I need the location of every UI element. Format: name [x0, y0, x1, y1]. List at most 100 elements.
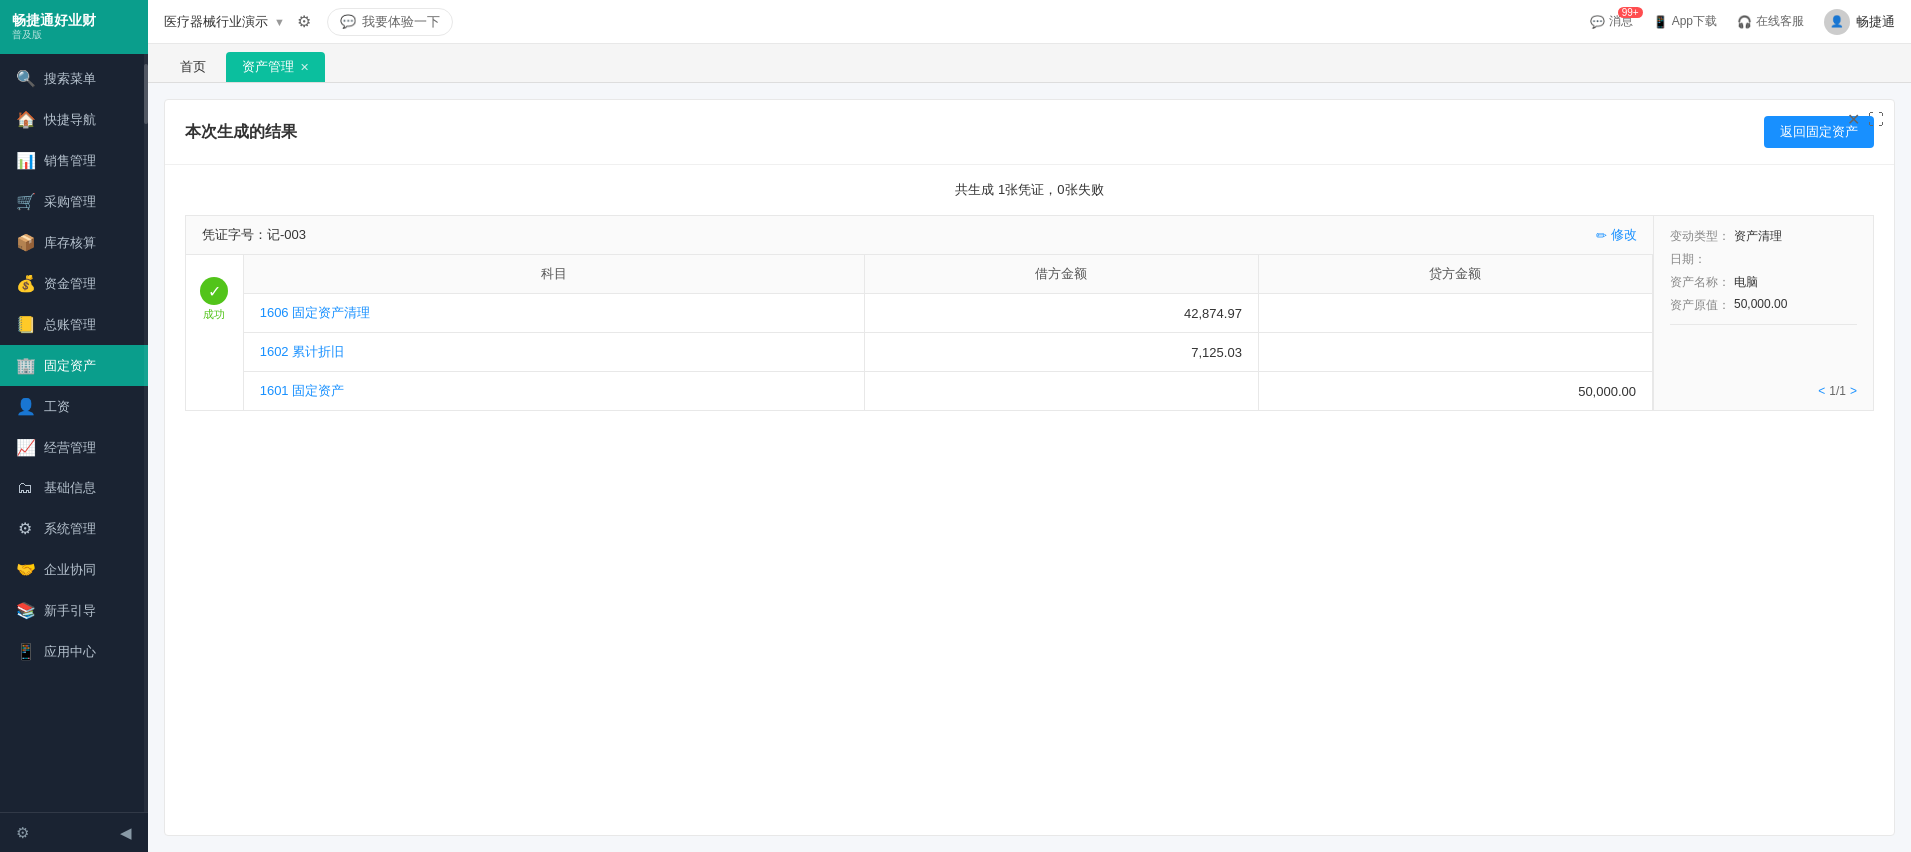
sidebar-item-inventory[interactable]: 📦 库存核算 [0, 222, 148, 263]
success-check-icon: ✓ [200, 277, 228, 305]
success-indicator: ✓ 成功 [186, 255, 244, 410]
company-name: 医疗器械行业演示 [164, 13, 268, 31]
asset-name-row: 资产名称： 电脑 [1670, 274, 1857, 291]
payroll-icon: 👤 [16, 397, 34, 416]
settings-icon[interactable]: ⚙ [16, 824, 29, 842]
collab-icon: 🤝 [16, 560, 34, 579]
settings-gear-icon[interactable]: ⚙ [297, 12, 311, 31]
sidebar-item-label: 采购管理 [44, 193, 96, 211]
fixed-assets-icon: 🏢 [16, 356, 34, 375]
sidebar-item-collab[interactable]: 🤝 企业协同 [0, 549, 148, 590]
side-info-panel: 变动类型： 资产清理 日期： 资产名称： 电脑 资产原值： 50,000.00 [1653, 216, 1873, 410]
sidebar-item-label: 总账管理 [44, 316, 96, 334]
guide-icon: 📚 [16, 601, 34, 620]
page-panel: ✕ ⛶ 本次生成的结果 返回固定资产 共生成 1张凭证，0张失败 凭证字号：记-… [164, 99, 1895, 836]
voucher-header: 凭证字号：记-003 ✏ 修改 [186, 216, 1653, 255]
feedback-button[interactable]: 💬 我要体验一下 [327, 8, 453, 36]
debit-cell: 42,874.97 [864, 294, 1258, 333]
success-text: 成功 [203, 307, 225, 322]
sidebar-item-label: 销售管理 [44, 152, 96, 170]
app-download-button[interactable]: 📱 App下载 [1653, 13, 1717, 30]
tab-home[interactable]: 首页 [164, 52, 222, 82]
change-type-row: 变动类型： 资产清理 [1670, 228, 1857, 245]
asset-name-label: 资产名称： [1670, 274, 1730, 291]
service-label: 在线客服 [1756, 13, 1804, 30]
sidebar-item-label: 经营管理 [44, 439, 96, 457]
success-badge: ✓ 成功 [188, 265, 240, 334]
tab-close-icon[interactable]: ✕ [300, 61, 309, 74]
search-icon: 🔍 [16, 69, 34, 88]
online-service-button[interactable]: 🎧 在线客服 [1737, 13, 1804, 30]
edit-button[interactable]: ✏ 修改 [1596, 226, 1637, 244]
asset-value-value: 50,000.00 [1734, 297, 1787, 311]
tabbar: 首页 资产管理 ✕ [148, 44, 1911, 83]
side-info-pagination: < 1/1 > [1670, 384, 1857, 398]
sidebar-item-app-center[interactable]: 📱 应用中心 [0, 631, 148, 672]
table-row: 1601 固定资产 50,000.00 [244, 372, 1653, 411]
side-info-divider [1670, 324, 1857, 325]
sidebar-item-search[interactable]: 🔍 搜索菜单 [0, 58, 148, 99]
app-download-icon: 📱 [1653, 15, 1668, 29]
sidebar-menu: 🔍 搜索菜单 🏠 快捷导航 📊 销售管理 🛒 采购管理 📦 库存核算 💰 资金管… [0, 54, 148, 812]
tab-asset-mgmt[interactable]: 资产管理 ✕ [226, 52, 325, 82]
table-row: 1606 固定资产清理 42,874.97 [244, 294, 1653, 333]
credit-cell [1258, 333, 1652, 372]
message-icon: 💬 [1590, 15, 1605, 29]
message-button[interactable]: 💬 消息 99+ [1590, 13, 1633, 30]
sidebar-item-label: 新手引导 [44, 602, 96, 620]
subject-cell: 1606 固定资产清理 [244, 294, 865, 333]
company-selector[interactable]: 医疗器械行业演示 ▼ [164, 13, 285, 31]
panel-controls: ✕ ⛶ [1847, 110, 1884, 129]
ledger-icon: 📒 [16, 315, 34, 334]
topbar: 医疗器械行业演示 ▼ ⚙ 💬 我要体验一下 💬 消息 99+ 📱 App下载 🎧… [148, 0, 1911, 44]
finance-icon: 💰 [16, 274, 34, 293]
asset-value-row: 资产原值： 50,000.00 [1670, 297, 1857, 314]
table-row: 1602 累计折旧 7,125.03 [244, 333, 1653, 372]
col-debit: 借方金额 [864, 255, 1258, 294]
next-page-icon[interactable]: > [1850, 384, 1857, 398]
sidebar-item-basic-info[interactable]: 🗂 基础信息 [0, 468, 148, 508]
tab-asset-label: 资产管理 [242, 58, 294, 76]
col-subject: 科目 [244, 255, 865, 294]
sidebar-item-finance[interactable]: 💰 资金管理 [0, 263, 148, 304]
system-icon: ⚙ [16, 519, 34, 538]
expand-panel-icon[interactable]: ⛶ [1868, 111, 1884, 129]
voucher-table: 科目 借方金额 贷方金额 1606 固定资产清理 42,874.97 [244, 255, 1653, 410]
sidebar-item-ops[interactable]: 📈 经营管理 [0, 427, 148, 468]
sidebar-item-fixed-assets[interactable]: 🏢 固定资产 [0, 345, 148, 386]
sidebar-item-quick-nav[interactable]: 🏠 快捷导航 [0, 99, 148, 140]
sidebar-item-purchase[interactable]: 🛒 采购管理 [0, 181, 148, 222]
sidebar-item-label: 资金管理 [44, 275, 96, 293]
purchase-icon: 🛒 [16, 192, 34, 211]
collapse-icon[interactable]: ◀ [120, 824, 132, 842]
main-area: 医疗器械行业演示 ▼ ⚙ 💬 我要体验一下 💬 消息 99+ 📱 App下载 🎧… [148, 0, 1911, 852]
service-icon: 🎧 [1737, 15, 1752, 29]
change-type-label: 变动类型： [1670, 228, 1730, 245]
sidebar-item-label: 固定资产 [44, 357, 96, 375]
sidebar-item-label: 搜索菜单 [44, 70, 96, 88]
pagination-text: 1/1 [1829, 384, 1846, 398]
app-download-label: App下载 [1672, 13, 1717, 30]
table-main: ✓ 成功 科目 借方金额 贷方金额 [186, 255, 1653, 410]
sidebar: 畅捷通好业财 普及版 🔍 搜索菜单 🏠 快捷导航 📊 销售管理 🛒 采购管理 📦… [0, 0, 148, 852]
sidebar-item-label: 企业协同 [44, 561, 96, 579]
sidebar-item-label: 基础信息 [44, 479, 96, 497]
voucher-number: 凭证字号：记-003 [202, 226, 306, 244]
user-menu[interactable]: 👤 畅捷通 [1824, 9, 1895, 35]
app-center-icon: 📱 [16, 642, 34, 661]
col-credit: 贷方金额 [1258, 255, 1652, 294]
sidebar-item-guide[interactable]: 📚 新手引导 [0, 590, 148, 631]
sidebar-item-sales[interactable]: 📊 销售管理 [0, 140, 148, 181]
app-edition: 普及版 [12, 28, 96, 42]
table-area: 凭证字号：记-003 ✏ 修改 ✓ 成功 [185, 215, 1874, 411]
close-panel-icon[interactable]: ✕ [1847, 110, 1860, 129]
prev-page-icon[interactable]: < [1818, 384, 1825, 398]
sidebar-item-payroll[interactable]: 👤 工资 [0, 386, 148, 427]
username: 畅捷通 [1856, 13, 1895, 31]
topbar-right: 💬 消息 99+ 📱 App下载 🎧 在线客服 👤 畅捷通 [1590, 9, 1895, 35]
edit-icon: ✏ [1596, 228, 1607, 243]
summary-line: 共生成 1张凭证，0张失败 [165, 165, 1894, 215]
sidebar-item-system[interactable]: ⚙ 系统管理 [0, 508, 148, 549]
credit-cell [1258, 294, 1652, 333]
sidebar-item-ledger[interactable]: 📒 总账管理 [0, 304, 148, 345]
